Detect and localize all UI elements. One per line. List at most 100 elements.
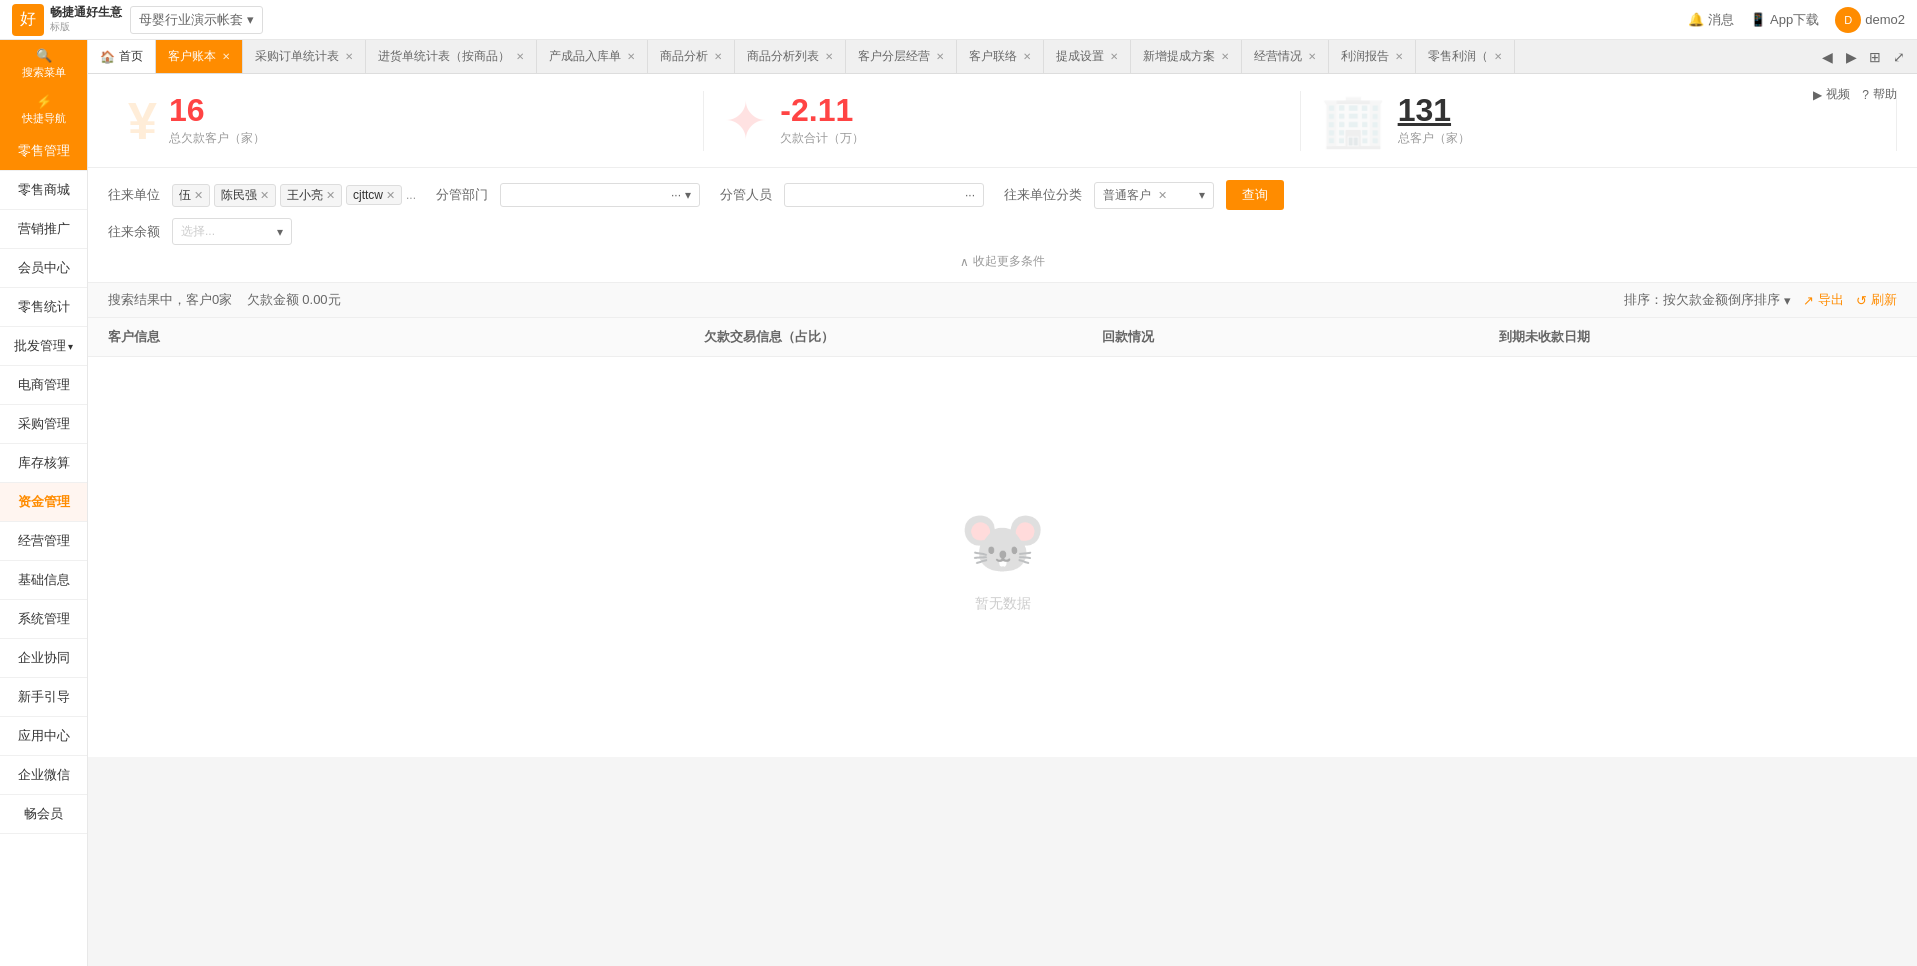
tab-home[interactable]: 🏠 首页 bbox=[88, 40, 156, 74]
sidebar-item-retail-mall[interactable]: 零售商城 bbox=[0, 171, 87, 210]
results-actions: 排序：按欠款金额倒序排序 ▾ ↗ 导出 ↺ 刷新 bbox=[1624, 291, 1897, 309]
filter-more-button[interactable]: ... bbox=[406, 188, 416, 202]
tab-stock-stats[interactable]: 进货单统计表（按商品） ✕ bbox=[366, 40, 537, 74]
sidebar-item-appstore[interactable]: 应用中心 bbox=[0, 717, 87, 756]
tag-wu-close[interactable]: ✕ bbox=[194, 189, 203, 202]
person-more-icon: ··· bbox=[965, 188, 975, 202]
export-button[interactable]: ↗ 导出 bbox=[1803, 291, 1844, 309]
yuan-icon: ¥ bbox=[128, 91, 157, 151]
tab-customer-ledger[interactable]: 客户账本 ✕ bbox=[156, 40, 243, 74]
tab-close-icon-12[interactable]: ✕ bbox=[1395, 51, 1403, 62]
balance-select[interactable]: 选择... ▾ bbox=[172, 218, 292, 245]
sidebar-item-inventory[interactable]: 库存核算 bbox=[0, 444, 87, 483]
results-summary: 搜索结果中，客户0家 bbox=[108, 292, 232, 307]
sidebar-item-basic[interactable]: 基础信息 bbox=[0, 561, 87, 600]
sidebar-item-vip[interactable]: 畅会员 bbox=[0, 795, 87, 834]
balance-placeholder: 选择... bbox=[181, 223, 215, 240]
sidebar-item-member[interactable]: 会员中心 bbox=[0, 249, 87, 288]
tab-customer-tier[interactable]: 客户分层经营 ✕ bbox=[846, 40, 957, 74]
message-button[interactable]: 🔔 消息 bbox=[1688, 11, 1734, 29]
col-due-date: 到期未收款日期 bbox=[1499, 328, 1897, 346]
stat-arrears-label: 欠款合计（万） bbox=[780, 130, 864, 147]
sidebar-item-purchase[interactable]: 采购管理 bbox=[0, 405, 87, 444]
tab-fullscreen-button[interactable]: ⤢ bbox=[1889, 47, 1909, 67]
tag-wang-text: 王小亮 bbox=[287, 187, 323, 204]
tab-next-button[interactable]: ▶ bbox=[1841, 47, 1861, 67]
sidebar-label-operation: 经营管理 bbox=[18, 533, 70, 548]
tab-customer-contact[interactable]: 客户联络 ✕ bbox=[957, 40, 1044, 74]
app-download-button[interactable]: 📱 App下载 bbox=[1750, 11, 1819, 29]
dept-chevron-icon: ▾ bbox=[685, 188, 691, 202]
sidebar-item-retail-stats[interactable]: 零售统计 bbox=[0, 288, 87, 327]
person-label: 分管人员 bbox=[720, 186, 772, 204]
video-button[interactable]: ▶ 视频 bbox=[1813, 86, 1850, 103]
store-selector[interactable]: 母婴行业演示帐套 ▾ bbox=[130, 6, 263, 34]
tab-close-icon[interactable]: ✕ bbox=[222, 51, 230, 62]
tab-production[interactable]: 产成品入库单 ✕ bbox=[537, 40, 648, 74]
unit-class-label: 往来单位分类 bbox=[1004, 186, 1082, 204]
tab-close-icon-3[interactable]: ✕ bbox=[516, 51, 524, 62]
tab-new-commission[interactable]: 新增提成方案 ✕ bbox=[1131, 40, 1242, 74]
tab-close-icon-6[interactable]: ✕ bbox=[825, 51, 833, 62]
sidebar-label-wechat: 企业微信 bbox=[18, 767, 70, 782]
tab-bar: 🏠 首页 客户账本 ✕ 采购订单统计表 ✕ 进货单统计表（按商品） ✕ 产成品入… bbox=[88, 40, 1917, 74]
sidebar-item-wechat[interactable]: 企业微信 bbox=[0, 756, 87, 795]
help-button[interactable]: ? 帮助 bbox=[1862, 86, 1897, 103]
tab-retail-profit[interactable]: 零售利润（ ✕ bbox=[1416, 40, 1515, 74]
dept-more-icon: ··· bbox=[671, 188, 681, 202]
tab-close-icon-13[interactable]: ✕ bbox=[1494, 51, 1502, 62]
tab-operation-status[interactable]: 经营情况 ✕ bbox=[1242, 40, 1329, 74]
unit-class-select[interactable]: 普通客户 ✕ ▾ bbox=[1094, 182, 1214, 209]
arrears-icon: ✦ bbox=[724, 91, 768, 151]
tab-new-commission-label: 新增提成方案 bbox=[1143, 48, 1215, 65]
tab-close-icon-9[interactable]: ✕ bbox=[1110, 51, 1118, 62]
filter-row-1: 往来单位 伍 ✕ 陈民强 ✕ 王小亮 ✕ bbox=[108, 180, 1897, 210]
sidebar-item-ecommerce[interactable]: 电商管理 bbox=[0, 366, 87, 405]
empty-text: 暂无数据 bbox=[975, 595, 1031, 613]
sidebar-search[interactable]: 🔍 搜索菜单 bbox=[0, 40, 87, 88]
export-label: 导出 bbox=[1818, 291, 1844, 309]
tab-close-icon-5[interactable]: ✕ bbox=[714, 51, 722, 62]
tag-wang-close[interactable]: ✕ bbox=[326, 189, 335, 202]
home-icon: 🏠 bbox=[100, 50, 115, 64]
sidebar-item-retail[interactable]: 零售管理 bbox=[0, 132, 87, 171]
tab-close-icon-7[interactable]: ✕ bbox=[936, 51, 944, 62]
sidebar-item-enterprise[interactable]: 企业协同 bbox=[0, 639, 87, 678]
sidebar-item-operation[interactable]: 经营管理 bbox=[0, 522, 87, 561]
tab-expand-button[interactable]: ⊞ bbox=[1865, 47, 1885, 67]
tab-commission-setting[interactable]: 提成设置 ✕ bbox=[1044, 40, 1131, 74]
sidebar-item-finance[interactable]: 资金管理 bbox=[0, 483, 87, 522]
refresh-button[interactable]: ↺ 刷新 bbox=[1856, 291, 1897, 309]
tab-close-icon-11[interactable]: ✕ bbox=[1308, 51, 1316, 62]
tab-product-list[interactable]: 商品分析列表 ✕ bbox=[735, 40, 846, 74]
unit-class-close[interactable]: ✕ bbox=[1158, 189, 1167, 202]
collapse-button[interactable]: ∧ 收起更多条件 bbox=[108, 253, 1897, 270]
tab-profit-report[interactable]: 利润报告 ✕ bbox=[1329, 40, 1416, 74]
person-select[interactable]: ··· bbox=[784, 183, 984, 207]
tab-close-icon-8[interactable]: ✕ bbox=[1023, 51, 1031, 62]
top-bar: 好 畅捷通好生意 标版 母婴行业演示帐套 ▾ 🔔 消息 📱 App下载 D de… bbox=[0, 0, 1917, 40]
sidebar-label-enterprise: 企业协同 bbox=[18, 650, 70, 665]
tab-close-icon-4[interactable]: ✕ bbox=[627, 51, 635, 62]
sidebar-label-marketing: 营销推广 bbox=[18, 221, 70, 236]
tag-cjttcw-close[interactable]: ✕ bbox=[386, 189, 395, 202]
sidebar-item-system[interactable]: 系统管理 bbox=[0, 600, 87, 639]
logo-area: 好 畅捷通好生意 标版 bbox=[12, 4, 122, 36]
sidebar-item-guide[interactable]: 新手引导 bbox=[0, 678, 87, 717]
sidebar-item-wholesale[interactable]: 批发管理 ▾ bbox=[0, 327, 87, 366]
tab-prev-button[interactable]: ◀ bbox=[1817, 47, 1837, 67]
sidebar-label-vip: 畅会员 bbox=[24, 806, 63, 821]
sidebar-item-marketing[interactable]: 营销推广 bbox=[0, 210, 87, 249]
tab-product-analysis[interactable]: 商品分析 ✕ bbox=[648, 40, 735, 74]
user-area[interactable]: D demo2 bbox=[1835, 7, 1905, 33]
stat-customers: ¥ 16 总欠款客户（家） bbox=[108, 91, 704, 151]
tag-chen-close[interactable]: ✕ bbox=[260, 189, 269, 202]
sidebar-nav[interactable]: ⚡ 快捷导航 bbox=[0, 88, 87, 132]
tab-close-icon-2[interactable]: ✕ bbox=[345, 51, 353, 62]
query-button[interactable]: 查询 bbox=[1226, 180, 1284, 210]
tab-purchase-order[interactable]: 采购订单统计表 ✕ bbox=[243, 40, 366, 74]
tab-close-icon-10[interactable]: ✕ bbox=[1221, 51, 1229, 62]
dept-select[interactable]: ··· ▾ bbox=[500, 183, 700, 207]
stats-row: ¥ 16 总欠款客户（家） ✦ -2.11 欠款合计（万） 🏢 bbox=[88, 74, 1917, 168]
sort-selector[interactable]: 排序：按欠款金额倒序排序 ▾ bbox=[1624, 291, 1791, 309]
